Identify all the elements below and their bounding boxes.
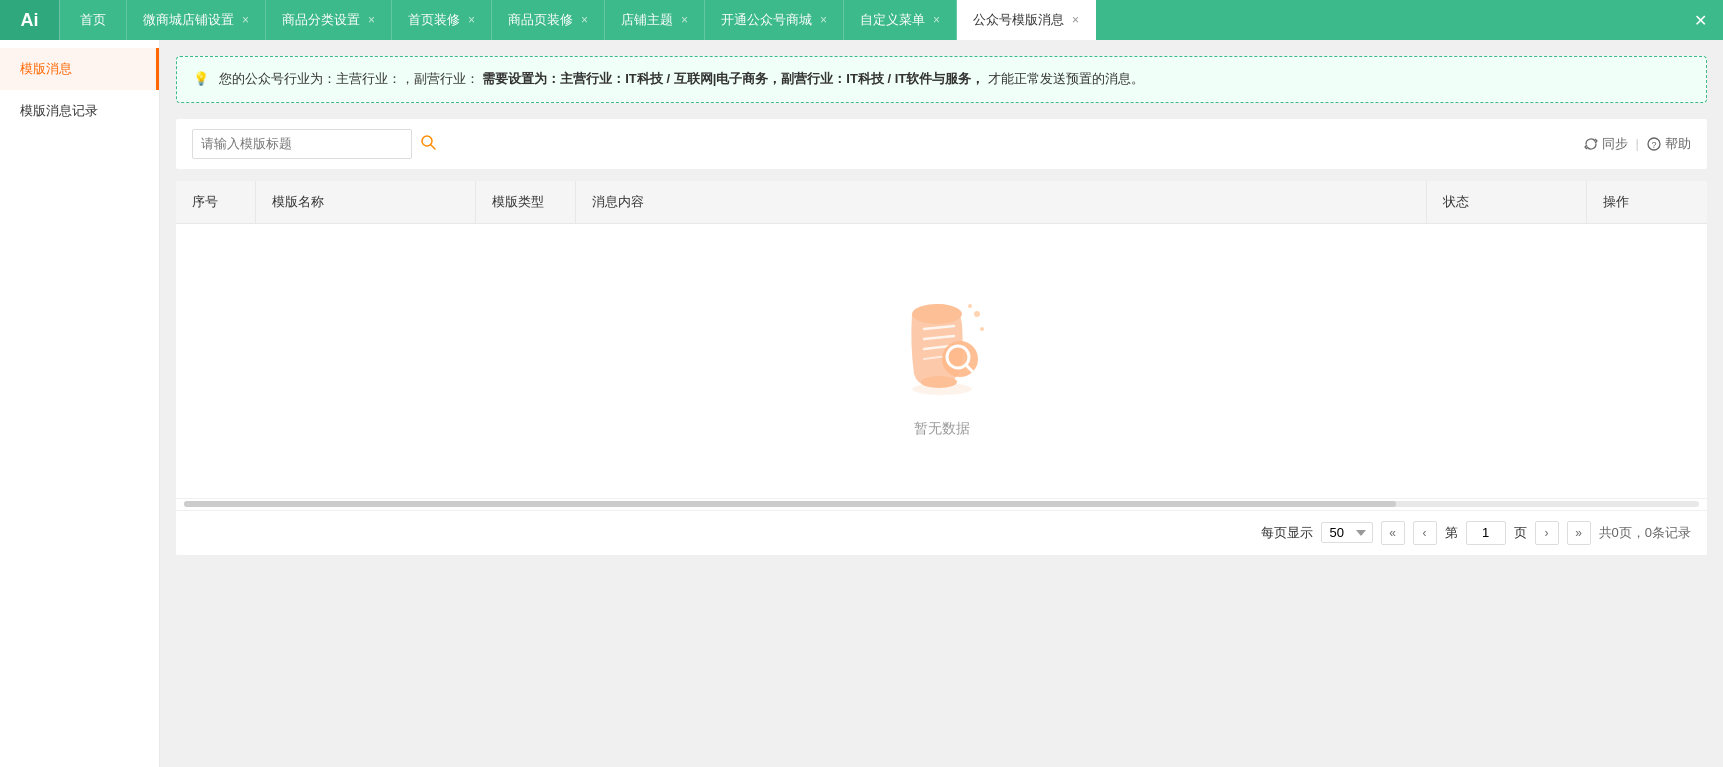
sidebar-menu: 模版消息模版消息记录 <box>0 48 159 132</box>
tab-close-store-theme[interactable]: × <box>681 13 688 27</box>
help-icon: ? <box>1647 137 1661 151</box>
tab-close-category-setting[interactable]: × <box>368 13 375 27</box>
tab-label: 首页 <box>80 11 106 29</box>
search-left <box>192 129 436 159</box>
search-icon <box>420 134 436 150</box>
svg-point-14 <box>980 327 984 331</box>
tab-label: 首页装修 <box>408 11 460 29</box>
horizontal-scrollbar[interactable] <box>176 498 1707 510</box>
table-header: 序号 模版名称 模版类型 消息内容 状态 操作 <box>176 181 1707 224</box>
col-index: 序号 <box>176 181 256 223</box>
sidebar-item-template-record[interactable]: 模版消息记录 <box>0 90 159 132</box>
col-name: 模版名称 <box>256 181 476 223</box>
empty-illustration <box>882 284 1002 404</box>
search-right: 同步 | ? 帮助 <box>1584 135 1691 153</box>
tab-close-product-decor[interactable]: × <box>581 13 588 27</box>
page-size-select[interactable]: 50 10 20 100 <box>1321 522 1373 543</box>
tab-product-decor[interactable]: 商品页装修 × <box>492 0 605 40</box>
col-status: 状态 <box>1427 181 1587 223</box>
tab-label: 开通公众号商城 <box>721 11 812 29</box>
sidebar-item-template-msg[interactable]: 模版消息 <box>0 48 159 90</box>
col-content: 消息内容 <box>576 181 1427 223</box>
page-suffix: 页 <box>1514 524 1527 542</box>
svg-point-13 <box>974 311 980 317</box>
notice-suffix: 才能正常发送预置的消息。 <box>988 71 1144 86</box>
sync-button[interactable]: 同步 <box>1584 135 1628 153</box>
svg-text:?: ? <box>1651 140 1656 150</box>
pagination: 每页显示 50 10 20 100 « ‹ 第 页 › » 共0页，0条记录 <box>176 510 1707 555</box>
notice-highlight: 需要设置为：主营行业：IT科技 / 互联网|电子商务，副营行业：IT科技 / I… <box>482 71 984 86</box>
svg-point-16 <box>921 376 957 388</box>
last-page-button[interactable]: » <box>1567 521 1591 545</box>
page-word: 第 <box>1445 524 1458 542</box>
tabs-list: 首页微商城店铺设置×商品分类设置×首页装修×商品页装修×店铺主题×开通公众号商城… <box>60 0 1678 40</box>
svg-point-15 <box>968 304 972 308</box>
notice-prefix: 您的公众号行业为：主营行业：，副营行业： <box>219 71 479 86</box>
empty-text: 暂无数据 <box>914 420 970 438</box>
global-close-button[interactable]: ✕ <box>1678 11 1723 30</box>
search-input[interactable] <box>192 129 412 159</box>
tab-home[interactable]: 首页 <box>60 0 127 40</box>
main-layout: 模版消息模版消息记录 💡 您的公众号行业为：主营行业：，副营行业： 需要设置为：… <box>0 40 1723 767</box>
col-type: 模版类型 <box>476 181 576 223</box>
col-action: 操作 <box>1587 181 1707 223</box>
top-tab-bar: Ai 首页微商城店铺设置×商品分类设置×首页装修×商品页装修×店铺主题×开通公众… <box>0 0 1723 40</box>
notice-banner: 💡 您的公众号行业为：主营行业：，副营行业： 需要设置为：主营行业：IT科技 /… <box>176 56 1707 103</box>
help-button[interactable]: ? 帮助 <box>1647 135 1691 153</box>
page-size-label: 每页显示 <box>1261 524 1313 542</box>
scrollbar-track[interactable] <box>184 501 1699 507</box>
main-content: 💡 您的公众号行业为：主营行业：，副营行业： 需要设置为：主营行业：IT科技 /… <box>160 40 1723 767</box>
tab-close-custom-menu[interactable]: × <box>933 13 940 27</box>
tab-homepage-decor[interactable]: 首页装修 × <box>392 0 492 40</box>
sync-label: 同步 <box>1602 135 1628 153</box>
empty-state: 暂无数据 <box>176 224 1707 498</box>
tab-close-template-msg[interactable]: × <box>1072 13 1079 27</box>
next-page-button[interactable]: › <box>1535 521 1559 545</box>
tab-label: 商品页装修 <box>508 11 573 29</box>
svg-line-1 <box>431 145 435 149</box>
tab-label: 公众号模版消息 <box>973 11 1064 29</box>
tab-label: 微商城店铺设置 <box>143 11 234 29</box>
total-info: 共0页，0条记录 <box>1599 524 1691 542</box>
tab-category-setting[interactable]: 商品分类设置 × <box>266 0 392 40</box>
tab-label: 自定义菜单 <box>860 11 925 29</box>
tab-label: 商品分类设置 <box>282 11 360 29</box>
tab-close-homepage-decor[interactable]: × <box>468 13 475 27</box>
tab-label: 店铺主题 <box>621 11 673 29</box>
sync-icon <box>1584 137 1598 151</box>
toolbar-divider: | <box>1636 136 1639 151</box>
tab-close-shop-setting[interactable]: × <box>242 13 249 27</box>
data-table: 序号 模版名称 模版类型 消息内容 状态 操作 <box>176 181 1707 555</box>
svg-point-5 <box>912 304 962 324</box>
tab-custom-menu[interactable]: 自定义菜单 × <box>844 0 957 40</box>
search-bar: 同步 | ? 帮助 <box>176 119 1707 169</box>
app-logo: Ai <box>0 0 60 40</box>
tab-close-open-mall[interactable]: × <box>820 13 827 27</box>
prev-page-button[interactable]: ‹ <box>1413 521 1437 545</box>
help-label: 帮助 <box>1665 135 1691 153</box>
tab-template-msg[interactable]: 公众号模版消息 × <box>957 0 1096 40</box>
page-number-input[interactable] <box>1466 521 1506 545</box>
first-page-button[interactable]: « <box>1381 521 1405 545</box>
notice-icon: 💡 <box>193 71 209 86</box>
logo-text: Ai <box>21 10 39 31</box>
search-button[interactable] <box>420 134 436 154</box>
tab-open-mall[interactable]: 开通公众号商城 × <box>705 0 844 40</box>
sidebar: 模版消息模版消息记录 <box>0 40 160 767</box>
tab-store-theme[interactable]: 店铺主题 × <box>605 0 705 40</box>
tab-shop-setting[interactable]: 微商城店铺设置 × <box>127 0 266 40</box>
scrollbar-thumb[interactable] <box>184 501 1396 507</box>
